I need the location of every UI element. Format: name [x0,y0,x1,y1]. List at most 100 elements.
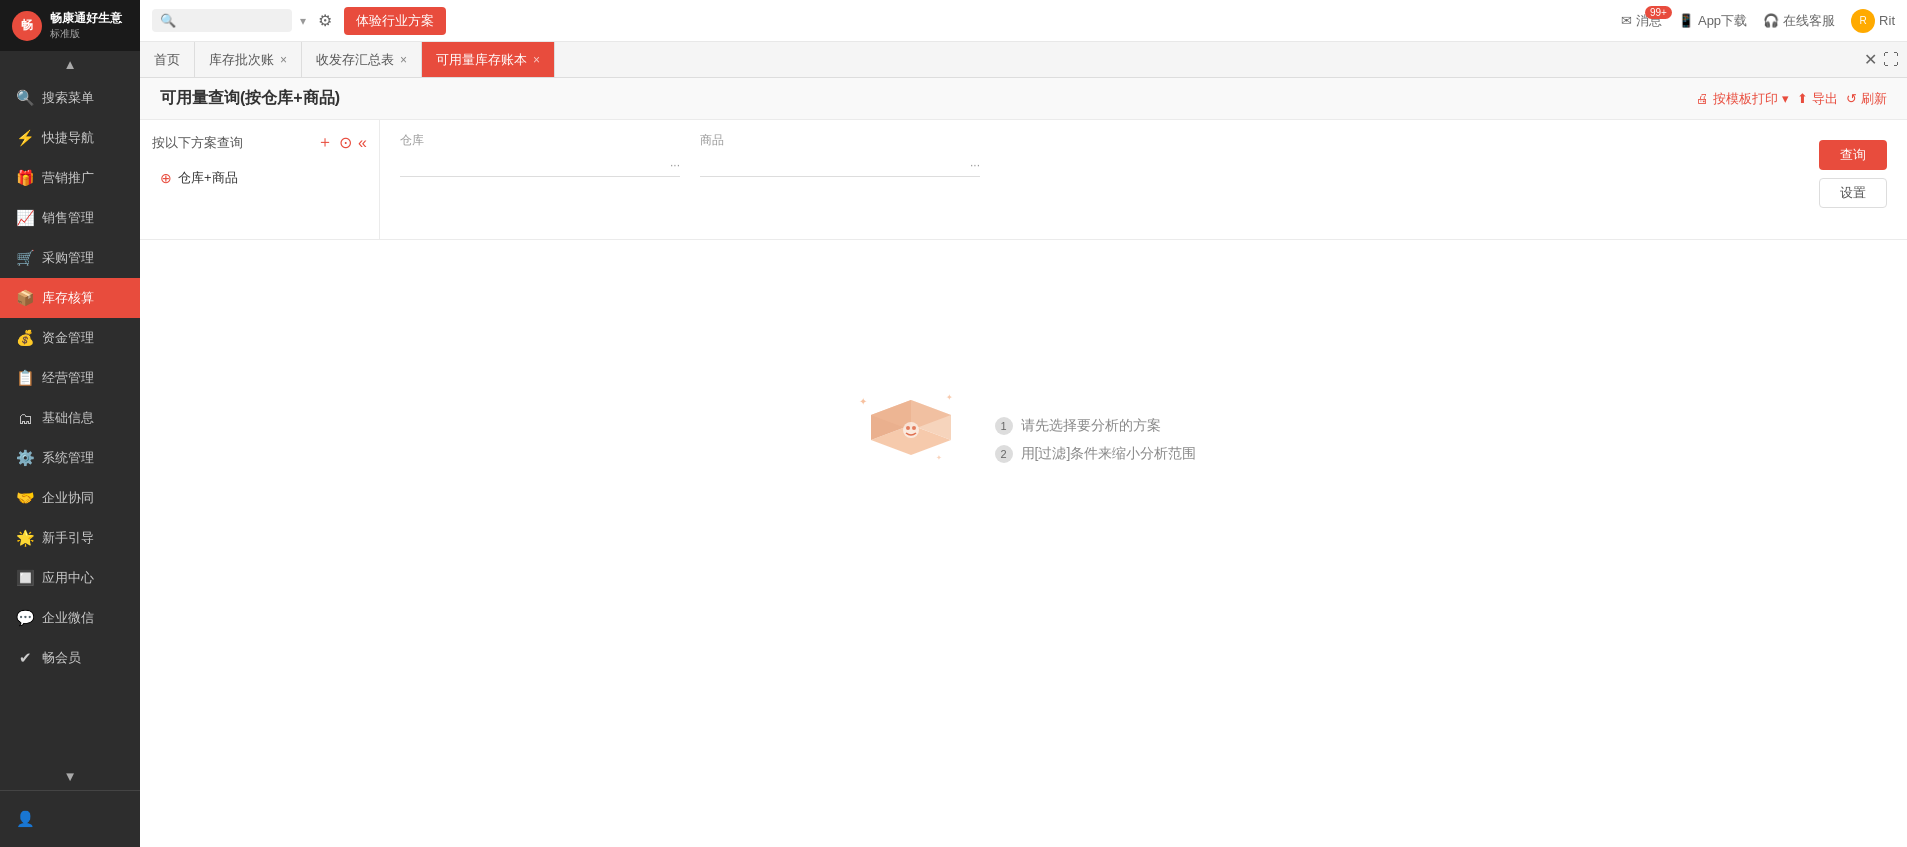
sidebar-item-label: 企业微信 [42,609,94,627]
manage-scheme-btn[interactable]: ⊙ [339,133,352,152]
member-icon: ✔ [16,649,34,667]
sidebar-header: 畅 畅康通好生意 标准版 [0,0,140,51]
warehouse-field: 仓库 ··· [400,132,680,177]
online-service-btn[interactable]: 🎧 在线客服 [1763,12,1835,30]
search-input[interactable] [180,14,284,28]
sidebar-item-operation[interactable]: 📋 经营管理 [0,358,140,398]
sidebar-item-enterprise[interactable]: 🤝 企业协同 [0,478,140,518]
empty-state: ✦ ✦ ✦ 1 请先选择要分析的方案 2 用[过滤]条件来缩小分析范围 [140,240,1907,640]
enterprise-icon: 🤝 [16,489,34,507]
tabs-actions: ✕ ⛶ [1856,50,1907,69]
sidebar-item-marketing[interactable]: 🎁 营销推广 [0,158,140,198]
sidebar-scroll-up[interactable]: ▲ [0,51,140,78]
sidebar-item-basic[interactable]: 🗂 基础信息 [0,398,140,438]
svg-point-5 [906,426,910,430]
query-btn[interactable]: 查询 [1819,140,1887,170]
sidebar-item-label: 经营管理 [42,369,94,387]
inventory-icon: 📦 [16,289,34,307]
tab-available[interactable]: 可用量库存账本 × [422,42,555,78]
empty-tip: 2 用[过滤]条件来缩小分析范围 [995,445,1197,463]
sidebar-nav: 🔍 搜索菜单 ⚡ 快捷导航 🎁 营销推广 📈 销售管理 🛒 采购管理 📦 库存核… [0,78,140,763]
tab-label-available: 可用量库存账本 [436,51,527,69]
search-icon: 🔍 [160,13,176,28]
sidebar-item-label: 销售管理 [42,209,94,227]
tab-label-batch: 库存批次账 [209,51,274,69]
main-area: 🔍 ▾ ⚙ 体验行业方案 ✉ 消息 99+ 📱 App下载 🎧 在线客服 R R… [140,0,1907,847]
avatar: R [1851,9,1875,33]
chevron-down-icon[interactable]: ▾ [300,14,306,28]
top-bar: 🔍 ▾ ⚙ 体验行业方案 ✉ 消息 99+ 📱 App下载 🎧 在线客服 R R… [140,0,1907,42]
tab-close-batch[interactable]: × [280,53,287,67]
empty-tips: 1 请先选择要分析的方案 2 用[过滤]条件来缩小分析范围 [995,417,1197,463]
query-scheme-panel: 按以下方案查询 ＋ ⊙ « ⊕ 仓库+商品 [140,120,380,239]
goods-input[interactable] [700,157,964,172]
content-area: 可用量查询(按仓库+商品) 🖨 按模板打印 ▾ ⬆ 导出 ↺ 刷新 [140,78,1907,847]
sidebar-item-shortcut[interactable]: ⚡ 快捷导航 [0,118,140,158]
sidebar-scroll-down[interactable]: ▼ [0,763,140,790]
tip-text: 请先选择要分析的方案 [1021,417,1161,435]
newbie-icon: 🌟 [16,529,34,547]
tab-label-home: 首页 [154,51,180,69]
sidebar-item-member[interactable]: ✔ 畅会员 [0,638,140,678]
tab-close-available[interactable]: × [533,53,540,67]
add-scheme-btn[interactable]: ＋ [317,132,333,153]
tab-batch[interactable]: 库存批次账 × [195,42,302,78]
sidebar-item-sales[interactable]: 📈 销售管理 [0,198,140,238]
sidebar-item-system[interactable]: ⚙️ 系统管理 [0,438,140,478]
tabs-bar: 首页 库存批次账 × 收发存汇总表 × 可用量库存账本 × ✕ ⛶ [140,42,1907,78]
scheme-item-warehouse-goods[interactable]: ⊕ 仓库+商品 [152,163,367,193]
export-btn[interactable]: ⬆ 导出 [1797,90,1838,108]
sidebar-item-search[interactable]: 🔍 搜索菜单 [0,78,140,118]
user-menu-btn[interactable]: R Rit [1851,9,1895,33]
sidebar-item-newbie[interactable]: 🌟 新手引导 [0,518,140,558]
goods-field-input[interactable]: ··· [700,153,980,177]
marketing-icon: 🎁 [16,169,34,187]
sidebar-item-label: 资金管理 [42,329,94,347]
sales-icon: 📈 [16,209,34,227]
sidebar-item-finance[interactable]: 💰 资金管理 [0,318,140,358]
sidebar-item-label: 基础信息 [42,409,94,427]
top-bar-right: ✉ 消息 99+ 📱 App下载 🎧 在线客服 R Rit [1621,9,1895,33]
sidebar-item-label: 系统管理 [42,449,94,467]
warehouse-field-input[interactable]: ··· [400,153,680,177]
close-tab-btn[interactable]: ✕ [1864,50,1877,69]
print-btn[interactable]: 🖨 按模板打印 ▾ [1696,90,1789,108]
settings-btn[interactable]: 设置 [1819,178,1887,208]
sidebar-item-wechat[interactable]: 💬 企业微信 [0,598,140,638]
refresh-btn[interactable]: ↺ 刷新 [1846,90,1887,108]
sidebar-item-purchase[interactable]: 🛒 采购管理 [0,238,140,278]
page-header: 可用量查询(按仓库+商品) 🖨 按模板打印 ▾ ⬆ 导出 ↺ 刷新 [140,78,1907,120]
sidebar-item-inventory[interactable]: 📦 库存核算 [0,278,140,318]
wechat-icon: 💬 [16,609,34,627]
svg-point-6 [912,426,916,430]
search-icon: 🔍 [16,89,34,107]
settings-icon[interactable]: ⚙ [318,11,332,30]
print-icon: 🖨 [1696,91,1709,106]
trial-btn[interactable]: 体验行业方案 [344,7,446,35]
warehouse-more-btn[interactable]: ··· [670,158,680,172]
print-chevron-icon: ▾ [1782,91,1789,106]
collapse-scheme-btn[interactable]: « [358,134,367,152]
tab-home[interactable]: 首页 [140,42,195,78]
tab-summary[interactable]: 收发存汇总表 × [302,42,422,78]
sidebar-item-label: 新手引导 [42,529,94,547]
app-download-btn[interactable]: 📱 App下载 [1678,12,1747,30]
sidebar-bottom: 👤 [0,790,140,847]
sidebar: 畅 畅康通好生意 标准版 ▲ 🔍 搜索菜单 ⚡ 快捷导航 🎁 营销推广 📈 销售… [0,0,140,847]
expand-tabs-btn[interactable]: ⛶ [1883,51,1899,69]
export-icon: ⬆ [1797,91,1808,106]
user-icon: 👤 [16,810,34,828]
top-bar-search[interactable]: 🔍 [152,9,292,32]
goods-field: 商品 ··· [700,132,980,177]
sidebar-item-label: 库存核算 [42,289,94,307]
goods-more-btn[interactable]: ··· [970,158,980,172]
sidebar-title-block: 畅康通好生意 标准版 [50,10,122,41]
message-btn[interactable]: ✉ 消息 99+ [1621,12,1662,30]
sidebar-item-label: 企业协同 [42,489,94,507]
sidebar-item-label: 搜索菜单 [42,89,94,107]
warehouse-input[interactable] [400,157,664,172]
tab-label-summary: 收发存汇总表 [316,51,394,69]
sidebar-item-user-settings[interactable]: 👤 [0,799,140,839]
sidebar-item-apps[interactable]: 🔲 应用中心 [0,558,140,598]
tab-close-summary[interactable]: × [400,53,407,67]
